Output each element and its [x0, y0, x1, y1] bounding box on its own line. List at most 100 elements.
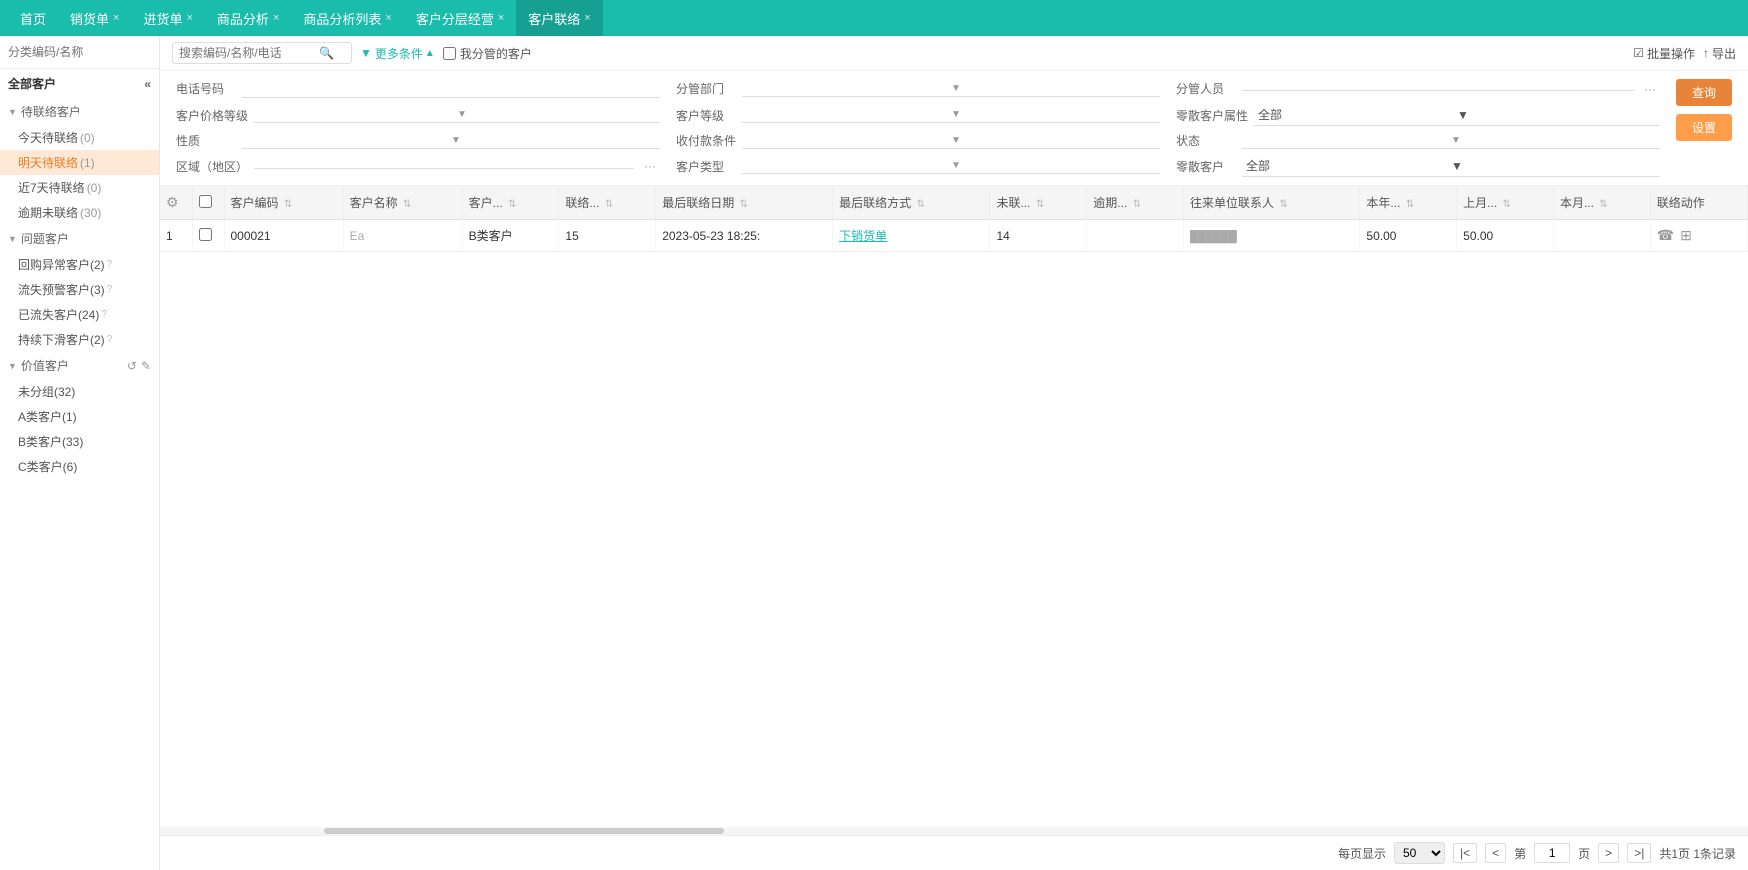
th-last-date-label: 最后联络日期: [662, 196, 734, 210]
first-page-btn[interactable]: |<: [1453, 843, 1477, 863]
filter-select-customer-type[interactable]: ▼: [742, 158, 1160, 174]
query-btn[interactable]: 查询: [1676, 79, 1732, 106]
sidebar-item-week[interactable]: 近7天待联络 (0): [0, 175, 159, 200]
horizontal-scrollbar[interactable]: [160, 827, 1748, 835]
filter-search-input[interactable]: [179, 46, 319, 60]
filter-select-nature[interactable]: ▼: [242, 133, 660, 149]
nav-product-analysis-list[interactable]: 商品分析列表 ×: [291, 0, 403, 36]
nav-product-analysis-close[interactable]: ×: [273, 12, 279, 24]
batch-action-btn[interactable]: ☑ 批量操作: [1633, 45, 1695, 62]
sidebar-group-pending[interactable]: 待联络客户: [0, 98, 159, 125]
nav-customer-contact-close[interactable]: ×: [584, 12, 590, 24]
my-customers-checkbox-wrapper[interactable]: 我分管的客户: [443, 45, 532, 62]
nav-customer-tier[interactable]: 客户分层经营 ×: [404, 0, 516, 36]
select-all-checkbox[interactable]: [199, 195, 212, 208]
th-last-month[interactable]: 上月... ⇅: [1457, 186, 1554, 220]
td-name: Ea: [343, 220, 462, 252]
page-size-select[interactable]: 50 100: [1394, 842, 1445, 864]
th-contact-person[interactable]: 往来单位联系人 ⇅: [1183, 186, 1359, 220]
nav-sales-order-close[interactable]: ×: [113, 12, 119, 24]
gear-icon-header[interactable]: ⚙: [166, 194, 179, 210]
sidebar-item-declining[interactable]: 持续下滑客户(2) ?: [0, 327, 159, 352]
action-icons: ☎ ⊞: [1657, 227, 1741, 244]
sidebar-group-problem[interactable]: 问题客户: [0, 225, 159, 252]
th-last-date[interactable]: 最后联络日期 ⇅: [656, 186, 833, 220]
sidebar-item-churned[interactable]: 已流失客户(24) ?: [0, 302, 159, 327]
sidebar-group-value[interactable]: 价值客户 ↺ ✎: [0, 352, 159, 379]
filter-icon: ▼: [360, 46, 372, 60]
sidebar-all-customers[interactable]: 全部客户 «: [0, 69, 159, 98]
sidebar-item-week-label: 近7天待联络: [18, 179, 85, 196]
nav-customer-tier-close[interactable]: ×: [498, 12, 504, 24]
sidebar-group-pending-label: 待联络客户: [21, 103, 81, 120]
sidebar-item-tomorrow-count: (1): [80, 156, 95, 170]
nav-purchase-order[interactable]: 进货单 ×: [131, 0, 204, 36]
filter-region-area: [254, 164, 634, 169]
filter-select-dept[interactable]: ▼: [742, 81, 1160, 97]
filter-select-retail-customer[interactable]: 全部 ▼: [1242, 155, 1660, 177]
sidebar-search-input[interactable]: [8, 45, 160, 59]
nav-customer-contact[interactable]: 客户联络 ×: [516, 0, 602, 36]
sidebar-item-repurchase-abnormal-label: 回购异常客户(2): [18, 256, 105, 273]
scroll-thumb[interactable]: [324, 828, 724, 834]
sidebar-item-tomorrow[interactable]: 明天待联络 (1): [0, 150, 159, 175]
nav-product-analysis[interactable]: 商品分析 ×: [205, 0, 291, 36]
sidebar-item-overdue[interactable]: 逾期未联络 (30): [0, 200, 159, 225]
filter-select-payment[interactable]: ▼: [742, 133, 1160, 149]
th-this-year[interactable]: 本年... ⇅: [1360, 186, 1457, 220]
th-contact-count[interactable]: 联络... ⇅: [559, 186, 656, 220]
th-overdue[interactable]: 逾期... ⇅: [1087, 186, 1184, 220]
filter-label-phone: 电话号码: [176, 80, 236, 97]
nav-purchase-order-close[interactable]: ×: [186, 12, 192, 24]
filter-search-icon[interactable]: 🔍: [319, 46, 334, 60]
filter-manager-ellipsis[interactable]: ···: [1640, 80, 1660, 98]
filter-select-customer-level[interactable]: ▼: [742, 107, 1160, 123]
th-last-method[interactable]: 最后联络方式 ⇅: [833, 186, 990, 220]
action-grid-icon[interactable]: ⊞: [1680, 227, 1692, 244]
filter-more-conditions-btn[interactable]: ▼ 更多条件 ▲: [360, 45, 435, 62]
th-category[interactable]: 客户... ⇅: [462, 186, 559, 220]
filter-select-status[interactable]: ▼: [1242, 133, 1660, 149]
sidebar-item-b-class[interactable]: B类客户(33): [0, 429, 159, 454]
sidebar-item-a-class[interactable]: A类客户(1): [0, 404, 159, 429]
row-checkbox[interactable]: [199, 228, 212, 241]
filter-input-phone[interactable]: [242, 79, 660, 98]
th-this-month[interactable]: 本月... ⇅: [1553, 186, 1650, 220]
nav-product-analysis-list-label: 商品分析列表: [303, 9, 381, 28]
page-input[interactable]: [1534, 843, 1570, 863]
this-year-val: 50.00: [1366, 229, 1396, 243]
filter-select-price-level[interactable]: ▼: [254, 107, 660, 123]
sidebar-item-ungrouped[interactable]: 未分组(32): [0, 379, 159, 404]
export-btn[interactable]: ↑ 导出: [1703, 45, 1736, 62]
sidebar-collapse-icon[interactable]: «: [144, 77, 151, 91]
sidebar-item-churn-warning[interactable]: 流失预警客户(3) ?: [0, 277, 159, 302]
filter-region-ellipsis[interactable]: ···: [640, 157, 660, 175]
prev-page-btn[interactable]: <: [1485, 843, 1506, 863]
next-page-btn[interactable]: >: [1598, 843, 1619, 863]
refresh-icon[interactable]: ↺: [127, 359, 137, 373]
nav-sales-order[interactable]: 销货单 ×: [58, 0, 131, 36]
last-page-btn[interactable]: >|: [1627, 843, 1651, 863]
th-no-contact[interactable]: 未联... ⇅: [990, 186, 1087, 220]
table-body: 1 000021 Ea B类客户: [160, 220, 1748, 252]
sidebar-item-repurchase-abnormal[interactable]: 回购异常客户(2) ?: [0, 252, 159, 277]
th-code[interactable]: 客户编码 ⇅: [224, 186, 343, 220]
filter-select-retail-attr[interactable]: 全部 ▼: [1254, 104, 1660, 126]
filter-search-box: 🔍: [172, 42, 352, 64]
nav-home[interactable]: 首页: [8, 0, 58, 36]
nav-product-analysis-list-close[interactable]: ×: [385, 12, 391, 24]
checkbox-icon: ☑: [1633, 46, 1644, 60]
filter-cell-retail-attr: 零散客户属性 全部 ▼: [1176, 104, 1660, 126]
total-label: 共1页 1条记录: [1659, 845, 1736, 862]
th-name[interactable]: 客户名称 ⇅: [343, 186, 462, 220]
settings-btn[interactable]: 设置: [1676, 114, 1732, 141]
action-phone-icon[interactable]: ☎: [1657, 227, 1674, 244]
my-customers-checkbox[interactable]: [443, 47, 456, 60]
last-contact-method[interactable]: 下销货单: [839, 229, 887, 243]
sidebar-item-today[interactable]: 今天待联络 (0): [0, 125, 159, 150]
help-icon-4: ?: [107, 334, 113, 345]
edit-icon[interactable]: ✎: [141, 359, 151, 373]
page-suffix: 页: [1578, 845, 1590, 862]
sidebar-item-c-class[interactable]: C类客户(6): [0, 454, 159, 479]
filter-cell-retail-customer: 零散客户 全部 ▼: [1176, 155, 1660, 177]
